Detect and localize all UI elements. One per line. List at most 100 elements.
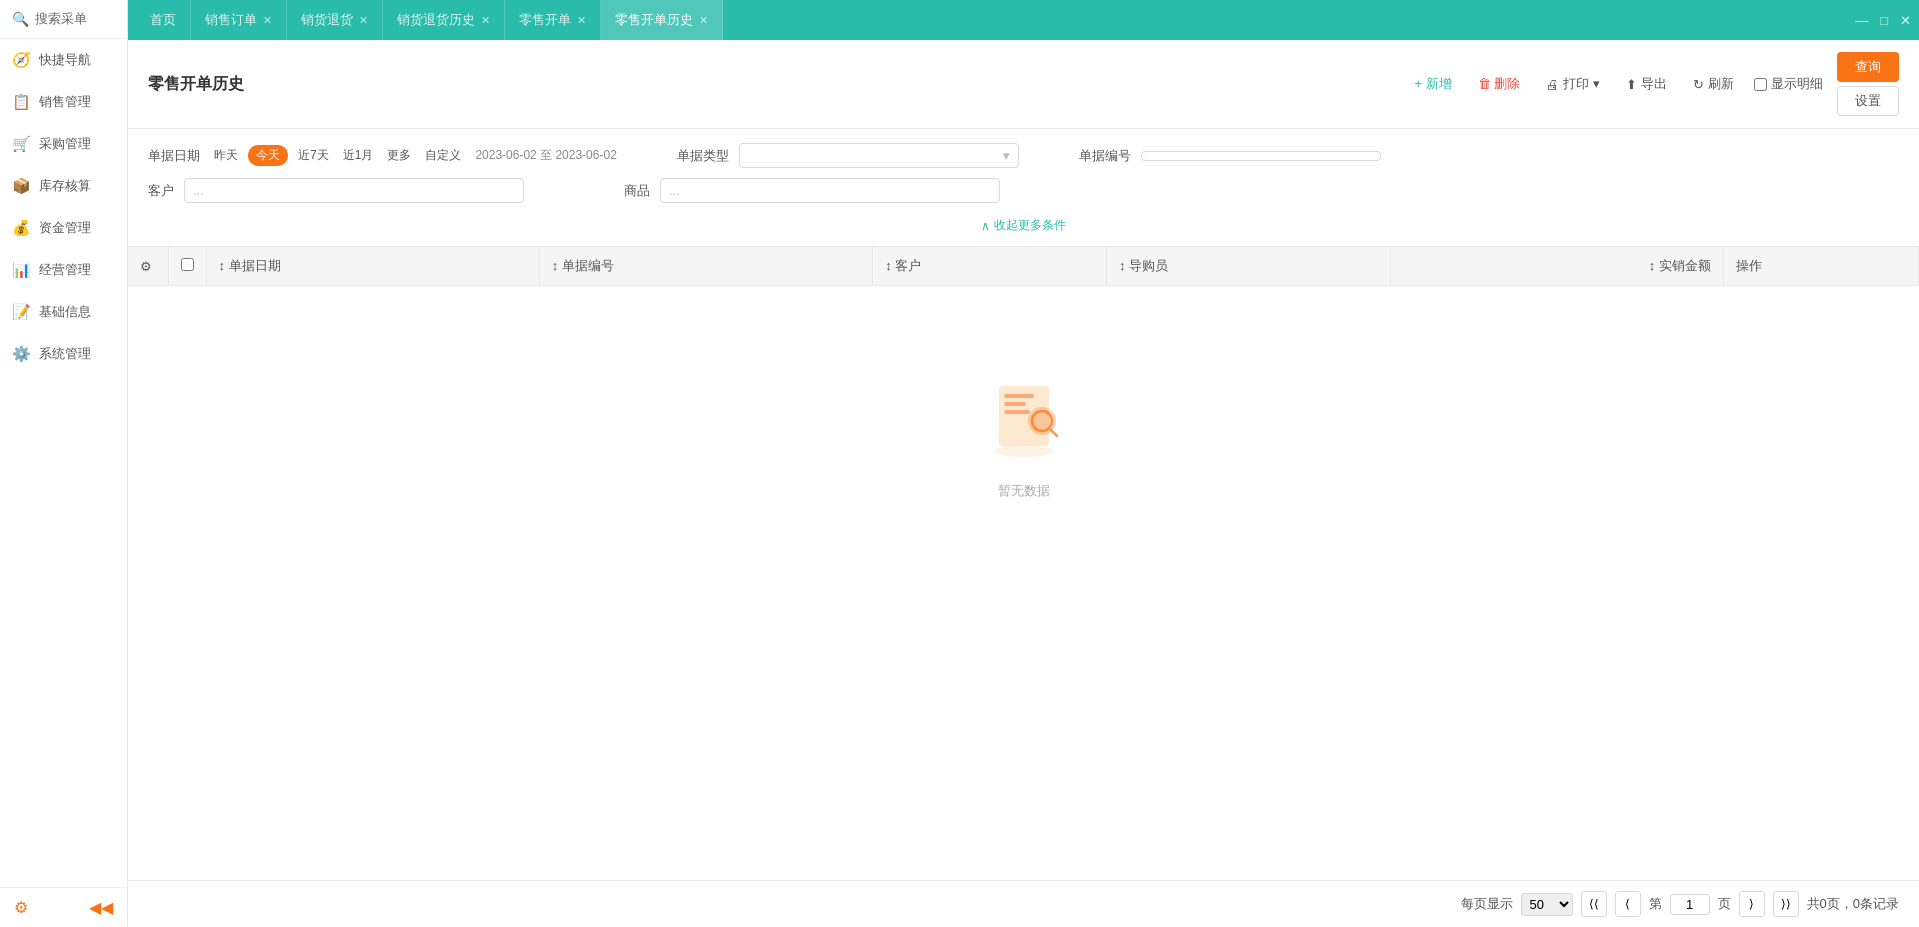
customer-input[interactable]: ... <box>184 178 524 203</box>
number-filter: 单据编号 <box>1079 147 1381 165</box>
nav-icon-sys-mgmt: ⚙️ <box>12 345 31 363</box>
nav-label-quick-nav: 快捷导航 <box>39 51 91 69</box>
shortcut-1month[interactable]: 近1月 <box>339 145 378 166</box>
sidebar-item-inventory[interactable]: 📦库存核算 <box>0 165 127 207</box>
tab-close-sales-return[interactable]: ✕ <box>359 14 368 27</box>
tab-bar: 首页销售订单✕销货退货✕销货退货历史✕零售开单✕零售开单历史✕ — □ ✕ <box>128 0 1919 40</box>
tab-close-retail-open[interactable]: ✕ <box>577 14 586 27</box>
tab-close-sales-return-history[interactable]: ✕ <box>481 14 490 27</box>
shortcut-custom[interactable]: 自定义 <box>421 145 465 166</box>
select-all-checkbox[interactable] <box>181 258 194 271</box>
delete-button[interactable]: 🗑 删除 <box>1472 71 1527 97</box>
export-icon: ⬆ <box>1626 77 1637 92</box>
goods-input[interactable]: ... <box>660 178 1000 203</box>
date-filter: 单据日期 昨天 今天 近7天 近1月 更多 自定义 2023-06-02 至 2… <box>148 145 617 166</box>
page-label-prefix: 第 <box>1649 895 1662 913</box>
sidebar-item-base-info[interactable]: 📝 基础信息 <box>0 291 127 333</box>
filter-area: 单据日期 昨天 今天 近7天 近1月 更多 自定义 2023-06-02 至 2… <box>128 129 1919 247</box>
page-number-input[interactable] <box>1670 894 1710 915</box>
window-close[interactable]: ✕ <box>1900 13 1911 28</box>
sidebar-item-finance[interactable]: 💰 资金管理 <box>0 207 127 249</box>
tab-label-home: 首页 <box>150 11 176 29</box>
shortcut-today[interactable]: 今天 <box>248 145 288 166</box>
tab-label-sales-return: 销货退货 <box>301 11 353 29</box>
window-maximize[interactable]: □ <box>1880 13 1888 28</box>
customer-label: 客户 <box>148 182 174 200</box>
page-title: 零售开单历史 <box>148 74 244 95</box>
col-amount[interactable]: ↕ 实销金额 <box>1390 247 1723 286</box>
tab-sales-return-history[interactable]: 销货退货历史✕ <box>383 0 505 40</box>
date-label: 单据日期 <box>148 147 200 165</box>
sidebar-item-operations[interactable]: 📊经营管理 <box>0 249 127 291</box>
toolbar: + 新增 🗑 删除 🖨 🖨 打印 打印 ▾ ⬆ 导出 ↻ 刷新 显示明细 查询 <box>1409 52 1899 116</box>
sidebar-item-purchase-mgmt[interactable]: 🛒采购管理 <box>0 123 127 165</box>
tab-close-retail-open-history[interactable]: ✕ <box>699 14 708 27</box>
add-button[interactable]: + 新增 <box>1409 71 1458 97</box>
prev-page-btn[interactable]: ⟨ <box>1615 891 1641 917</box>
first-page-btn[interactable]: ⟨⟨ <box>1581 891 1607 917</box>
setting-button[interactable]: 设置 <box>1837 86 1899 116</box>
nav-label-sys-mgmt: 系统管理 <box>39 345 91 363</box>
collapse-sidebar-icon[interactable]: ◀◀ <box>89 898 113 917</box>
tab-sales-order[interactable]: 销售订单 ✕ <box>191 0 287 40</box>
number-input[interactable] <box>1141 151 1381 161</box>
col-number[interactable]: ↕ 单据编号 <box>539 247 872 286</box>
chevron-up-icon: ∧ <box>981 219 990 233</box>
main-content: 首页销售订单✕销货退货✕销货退货历史✕零售开单✕零售开单历史✕ — □ ✕ 零售… <box>128 0 1919 927</box>
settings-icon[interactable]: ⚙ <box>14 898 28 917</box>
sidebar-nav: 🧭 快捷导航 📋销售管理🛒采购管理📦库存核算 💰 资金管理 📊经营管理 📝 基础信息 ⚙️ 系统管… <box>0 39 127 887</box>
col-settings[interactable]: ⚙ <box>128 247 168 286</box>
export-button[interactable]: ⬆ 导出 <box>1620 71 1673 97</box>
sidebar-item-sys-mgmt[interactable]: ⚙️ 系统管理 <box>0 333 127 375</box>
svg-rect-4 <box>1004 410 1030 414</box>
customer-filter: 客户 ... <box>148 178 524 203</box>
tab-retail-open-history[interactable]: 零售开单历史 ✕ <box>601 0 723 40</box>
sidebar-search[interactable]: 🔍 搜索采单 <box>0 0 127 39</box>
col-customer[interactable]: ↕ 客户 <box>873 247 1107 286</box>
nav-icon-finance: 💰 <box>12 219 31 237</box>
pagination-bar: 每页显示 50 10 20 100 ⟨⟨ ⟨ 第 页 ⟩ ⟩⟩ 共0页，0条记录 <box>128 880 1919 927</box>
per-page-select[interactable]: 50 10 20 100 <box>1521 893 1573 916</box>
print-button[interactable]: 🖨 🖨 打印 打印 ▾ <box>1540 71 1606 97</box>
refresh-button[interactable]: ↻ 刷新 <box>1687 71 1740 97</box>
shortcut-yesterday[interactable]: 昨天 <box>210 145 242 166</box>
last-page-btn[interactable]: ⟩⟩ <box>1773 891 1799 917</box>
goods-dots: ... <box>669 183 680 198</box>
empty-illustration <box>974 366 1074 466</box>
collapse-label: 收起更多条件 <box>994 217 1066 234</box>
col-checkbox <box>168 247 206 286</box>
nav-label-base-info: 基础信息 <box>39 303 91 321</box>
customer-dots: ... <box>193 183 204 198</box>
sidebar-item-quick-nav[interactable]: 🧭 快捷导航 <box>0 39 127 81</box>
tab-home[interactable]: 首页 <box>136 0 191 40</box>
collapse-filters-btn[interactable]: ∧ 收起更多条件 <box>148 213 1899 238</box>
type-select[interactable]: ▾ <box>739 143 1019 168</box>
col-guide[interactable]: ↕ 导购员 <box>1106 247 1390 286</box>
show-detail-input[interactable] <box>1754 78 1767 91</box>
svg-line-7 <box>1051 430 1057 436</box>
chevron-down-icon: ▾ <box>1003 148 1010 163</box>
nav-icon-sales-mgmt: 📋 <box>12 93 31 111</box>
shortcut-7days[interactable]: 近7天 <box>294 145 333 166</box>
nav-icon-quick-nav: 🧭 <box>12 51 31 69</box>
tab-retail-open[interactable]: 零售开单✕ <box>505 0 601 40</box>
goods-label: 商品 <box>624 182 650 200</box>
svg-point-0 <box>994 445 1054 457</box>
show-detail-checkbox[interactable]: 显示明细 <box>1754 75 1823 93</box>
number-label: 单据编号 <box>1079 147 1131 165</box>
next-page-btn[interactable]: ⟩ <box>1739 891 1765 917</box>
nav-icon-base-info: 📝 <box>12 303 31 321</box>
tab-label-retail-open-history: 零售开单历史 <box>615 11 693 29</box>
col-date[interactable]: ↕ 单据日期 <box>206 247 539 286</box>
tab-close-sales-order[interactable]: ✕ <box>263 14 272 27</box>
nav-label-operations: 经营管理 <box>39 261 91 279</box>
tab-sales-return[interactable]: 销货退货 ✕ <box>287 0 383 40</box>
sidebar-item-sales-mgmt[interactable]: 📋销售管理 <box>0 81 127 123</box>
tab-label-sales-order: 销售订单 <box>205 11 257 29</box>
nav-icon-inventory: 📦 <box>12 177 31 195</box>
window-minimize[interactable]: — <box>1855 13 1868 28</box>
shortcut-more[interactable]: 更多 <box>383 145 415 166</box>
date-shortcuts: 昨天 今天 近7天 近1月 更多 自定义 <box>210 145 465 166</box>
query-button[interactable]: 查询 <box>1837 52 1899 82</box>
nav-label-finance: 资金管理 <box>39 219 91 237</box>
